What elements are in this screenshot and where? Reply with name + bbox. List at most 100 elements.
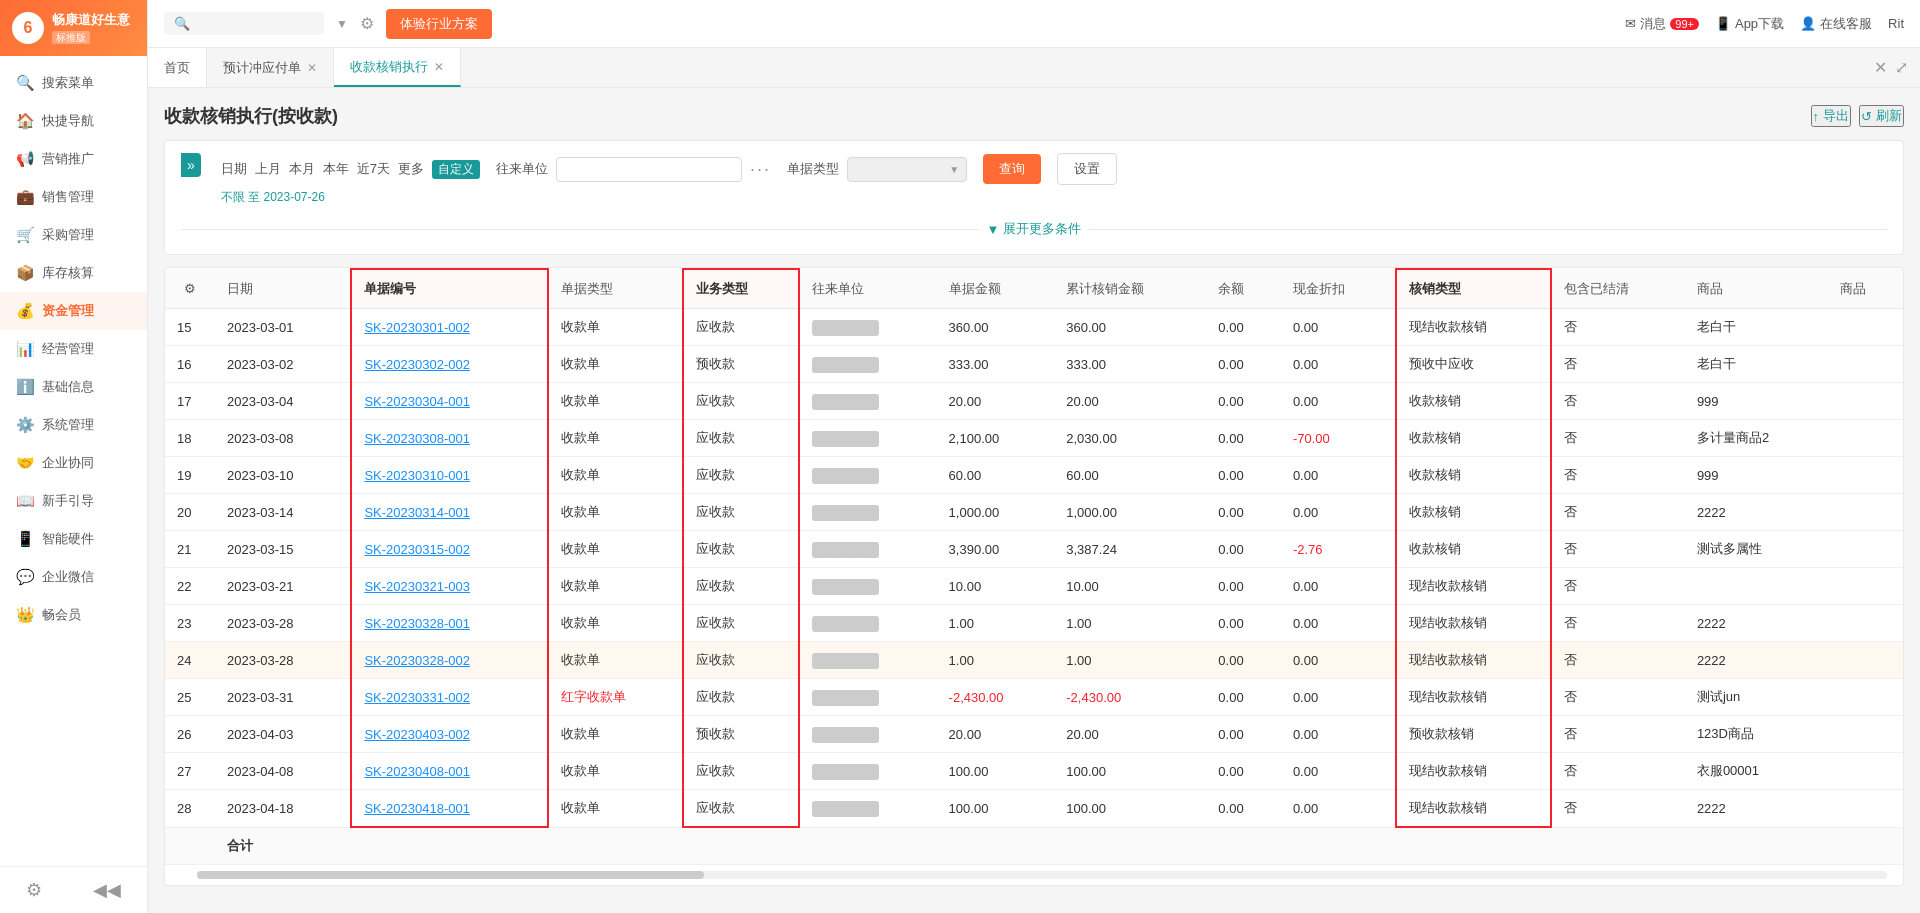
table-row[interactable]: 252023-03-31SK-20230331-002红字收款单应收款█████… (165, 679, 1903, 716)
sidebar-item-畅会员[interactable]: 👑畅会员 (0, 596, 147, 634)
cell-2[interactable]: SK-20230418-001 (351, 790, 547, 828)
user-profile[interactable]: Rit (1888, 16, 1904, 31)
cell-2[interactable]: SK-20230308-001 (351, 420, 547, 457)
table-row[interactable]: 192023-03-10SK-20230310-001收款单应收款██████6… (165, 457, 1903, 494)
sidebar-item-系统管理[interactable]: ⚙️系统管理 (0, 406, 147, 444)
table-row[interactable]: 182023-03-08SK-20230308-001收款单应收款██████2… (165, 420, 1903, 457)
tab-close-icon[interactable]: ✕ (434, 60, 444, 74)
sidebar-item-企业微信[interactable]: 💬企业微信 (0, 558, 147, 596)
sidebar-item-资金管理[interactable]: 💰资金管理 (0, 292, 147, 330)
bill-no-link[interactable]: SK-20230310-001 (364, 468, 470, 483)
cell-2[interactable]: SK-20230331-002 (351, 679, 547, 716)
cell-2[interactable]: SK-20230321-003 (351, 568, 547, 605)
sidebar-item-搜索菜单[interactable]: 🔍搜索菜单 (0, 64, 147, 102)
refresh-button[interactable]: ↺ 刷新 (1859, 105, 1904, 127)
sidebar-item-基础信息[interactable]: ℹ️基础信息 (0, 368, 147, 406)
cell-2[interactable]: SK-20230304-001 (351, 383, 547, 420)
cell-2[interactable]: SK-20230403-002 (351, 716, 547, 753)
bill-no-link[interactable]: SK-20230304-001 (364, 394, 470, 409)
filter-toggle-button[interactable]: » (181, 153, 201, 177)
filter-counterparty-input[interactable] (556, 157, 742, 182)
table-row[interactable]: 152023-03-01SK-20230301-002收款单应收款██████3… (165, 309, 1903, 346)
collapse-icon[interactable]: ◀◀ (93, 879, 121, 901)
cell-2[interactable]: SK-20230315-002 (351, 531, 547, 568)
table-row[interactable]: 172023-03-04SK-20230304-001收款单应收款██████2… (165, 383, 1903, 420)
cell-11: 否 (1551, 679, 1685, 716)
topbar-search[interactable]: 🔍 (164, 12, 324, 35)
filter-custom-btn[interactable]: 自定义 (432, 160, 480, 179)
bill-no-link[interactable]: SK-20230331-002 (364, 690, 470, 705)
bill-no-link[interactable]: SK-20230408-001 (364, 764, 470, 779)
table-scrollbar-thumb[interactable] (197, 871, 704, 879)
sidebar-item-库存核算[interactable]: 📦库存核算 (0, 254, 147, 292)
cell-2[interactable]: SK-20230301-002 (351, 309, 547, 346)
cell-2[interactable]: SK-20230328-002 (351, 642, 547, 679)
bill-no-link[interactable]: SK-20230301-002 (364, 320, 470, 335)
cell-2[interactable]: SK-20230314-001 (351, 494, 547, 531)
tab-首页[interactable]: 首页 (148, 48, 207, 87)
sidebar-item-经营管理[interactable]: 📊经营管理 (0, 330, 147, 368)
cell-2[interactable]: SK-20230408-001 (351, 753, 547, 790)
table-row[interactable]: 272023-04-08SK-20230408-001收款单应收款██████1… (165, 753, 1903, 790)
expand-tabs-icon[interactable]: ⤢ (1895, 58, 1908, 77)
bill-no-link[interactable]: SK-20230418-001 (364, 801, 470, 816)
messages-button[interactable]: ✉ 消息 99+ (1625, 15, 1699, 33)
filter-expand-button[interactable]: ▼ 展开更多条件 (987, 216, 1082, 242)
filter-this-year[interactable]: 本年 (323, 160, 349, 178)
col-header-5: 往来单位 (799, 269, 936, 309)
sidebar-item-智能硬件[interactable]: 📱智能硬件 (0, 520, 147, 558)
table-row[interactable]: 162023-03-02SK-20230302-002收款单预收款██████3… (165, 346, 1903, 383)
sidebar-item-营销推广[interactable]: 📢营销推广 (0, 140, 147, 178)
table-scrollbar-area[interactable] (165, 865, 1903, 885)
filter-billtype-select[interactable] (847, 157, 967, 182)
table-row[interactable]: 262023-04-03SK-20230403-002收款单预收款██████2… (165, 716, 1903, 753)
dropdown-arrow-icon[interactable]: ▼ (336, 17, 348, 31)
industry-solution-button[interactable]: 体验行业方案 (386, 9, 492, 39)
sidebar-item-新手引导[interactable]: 📖新手引导 (0, 482, 147, 520)
sidebar-item-采购管理[interactable]: 🛒采购管理 (0, 216, 147, 254)
table-row[interactable]: 242023-03-28SK-20230328-002收款单应收款██████1… (165, 642, 1903, 679)
bill-no-link[interactable]: SK-20230315-002 (364, 542, 470, 557)
cell-2[interactable]: SK-20230310-001 (351, 457, 547, 494)
cell-2[interactable]: SK-20230328-001 (351, 605, 547, 642)
filter-settings-button[interactable]: 设置 (1057, 153, 1117, 185)
filter-7days[interactable]: 近7天 (357, 160, 390, 178)
cell-2[interactable]: SK-20230302-002 (351, 346, 547, 383)
cell-13 (1828, 753, 1903, 790)
table-row[interactable]: 232023-03-28SK-20230328-001收款单应收款██████1… (165, 605, 1903, 642)
cell-7: 3,387.24 (1054, 531, 1206, 568)
settings-col-icon[interactable]: ⚙ (184, 281, 196, 296)
tab-close-icon[interactable]: ✕ (307, 61, 317, 75)
tab-预计冲应付单[interactable]: 预计冲应付单✕ (207, 48, 334, 87)
filter-more[interactable]: 更多 (398, 160, 424, 178)
table-row[interactable]: 282023-04-18SK-20230418-001收款单应收款██████1… (165, 790, 1903, 828)
sidebar-item-快捷导航[interactable]: 🏠快捷导航 (0, 102, 147, 140)
bill-no-link[interactable]: SK-20230403-002 (364, 727, 470, 742)
online-service-button[interactable]: 👤 在线客服 (1800, 15, 1872, 33)
blurred-value: ██████ (812, 394, 879, 410)
tab-收款核销执行[interactable]: 收款核销执行✕ (334, 48, 461, 87)
settings-gear-icon[interactable]: ⚙ (360, 14, 374, 33)
bill-no-link[interactable]: SK-20230314-001 (364, 505, 470, 520)
settings-icon[interactable]: ⚙ (26, 879, 42, 901)
sidebar-item-企业协同[interactable]: 🤝企业协同 (0, 444, 147, 482)
bill-no-link[interactable]: SK-20230302-002 (364, 357, 470, 372)
table-row[interactable]: 202023-03-14SK-20230314-001收款单应收款██████1… (165, 494, 1903, 531)
sidebar-item-销售管理[interactable]: 💼销售管理 (0, 178, 147, 216)
bill-no-link[interactable]: SK-20230321-003 (364, 579, 470, 594)
close-all-tabs-icon[interactable]: ✕ (1874, 58, 1887, 77)
cell-8: 0.00 (1206, 568, 1281, 605)
bill-no-link[interactable]: SK-20230308-001 (364, 431, 470, 446)
filter-last-month[interactable]: 上月 (255, 160, 281, 178)
filter-this-month[interactable]: 本月 (289, 160, 315, 178)
table-row[interactable]: 212023-03-15SK-20230315-002收款单应收款██████3… (165, 531, 1903, 568)
cell-3: 收款单 (548, 716, 684, 753)
bill-no-link[interactable]: SK-20230328-002 (364, 653, 470, 668)
table-scrollbar[interactable] (197, 871, 1887, 879)
export-button[interactable]: ↑ 导出 (1811, 105, 1852, 127)
blurred-value: ██████ (812, 653, 879, 669)
table-row[interactable]: 222023-03-21SK-20230321-003收款单应收款██████1… (165, 568, 1903, 605)
app-download-button[interactable]: 📱 App下载 (1715, 15, 1784, 33)
filter-query-button[interactable]: 查询 (983, 154, 1041, 184)
bill-no-link[interactable]: SK-20230328-001 (364, 616, 470, 631)
